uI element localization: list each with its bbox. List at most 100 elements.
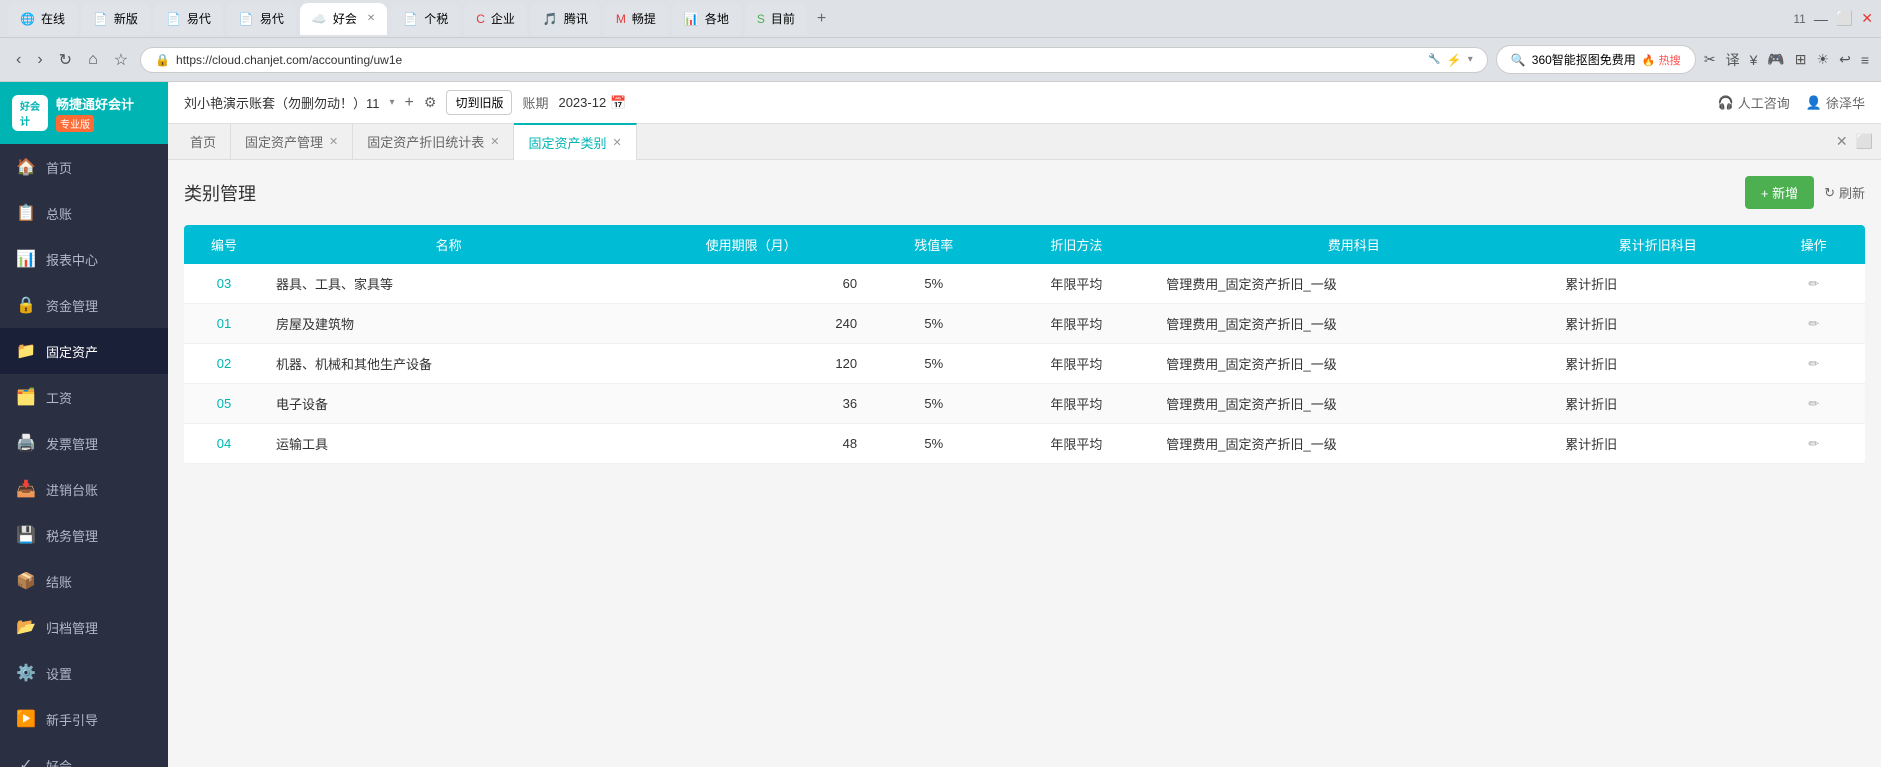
sidebar-item-more[interactable]: ✓ 好会... xyxy=(0,742,168,767)
sidebar-item-cash[interactable]: 🔒 资金管理 xyxy=(0,282,168,328)
browser-tab-enterprise[interactable]: C 企业 xyxy=(464,3,527,35)
table-row: 02机器、机械和其他生产设备1205%年限平均管理费用_固定资产折旧_一级累计折… xyxy=(184,344,1865,384)
browser-tab-easy2[interactable]: 📄 易代 xyxy=(227,3,296,35)
bookmark-button[interactable]: ☆ xyxy=(110,46,132,74)
sidebar-item-archive[interactable]: 📂 归档管理 xyxy=(0,604,168,650)
sidebar-item-settle[interactable]: 📦 结账 xyxy=(0,558,168,604)
maximize-button[interactable]: ⬜ xyxy=(1836,10,1853,27)
cut-icon[interactable]: ✂ xyxy=(1704,51,1716,68)
company-dropdown-icon[interactable]: ▾ xyxy=(390,97,395,108)
tab-expand-button[interactable]: ⬜ xyxy=(1856,133,1873,150)
cell-edit[interactable]: ✏ xyxy=(1762,344,1865,384)
sidebar-item-tax[interactable]: 💾 税务管理 xyxy=(0,512,168,558)
minimize-button[interactable]: — xyxy=(1814,11,1828,27)
cell-expense: 管理费用_固定资产折旧_一级 xyxy=(1154,424,1553,464)
tab-fixed-stats-close[interactable]: ✕ xyxy=(490,135,499,148)
browser-tab-close[interactable]: ✕ xyxy=(367,13,375,24)
col-name: 名称 xyxy=(264,225,633,264)
sidebar-item-report[interactable]: 📊 报表中心 xyxy=(0,236,168,282)
add-button[interactable]: + 新增 xyxy=(1745,176,1814,209)
browser-tab-new[interactable]: 📄 新版 xyxy=(81,3,150,35)
cell-edit[interactable]: ✏ xyxy=(1762,424,1865,464)
browser-tab-changte[interactable]: M 畅提 xyxy=(604,3,668,35)
browser-tab-tax[interactable]: 📄 个税 xyxy=(391,3,460,35)
tax-icon: 💾 xyxy=(16,525,36,545)
sidebar-item-settings[interactable]: ⚙️ 设置 xyxy=(0,650,168,696)
sidebar-item-purchase[interactable]: 📥 进销台账 xyxy=(0,466,168,512)
history-icon[interactable]: ↩ xyxy=(1839,51,1851,68)
browser-tab-easy1[interactable]: 📄 易代 xyxy=(154,3,223,35)
back-button[interactable]: ‹ xyxy=(12,47,25,73)
yuan-icon[interactable]: ¥ xyxy=(1750,52,1758,68)
category-table: 编号 名称 使用期限（月） 残值率 折旧方法 费用科目 累计折旧科目 操作 03… xyxy=(184,225,1865,464)
new-tab-button[interactable]: + xyxy=(811,8,832,30)
browser-tab-chanjet[interactable]: ☁️ 好会 ✕ xyxy=(300,3,387,35)
game-icon[interactable]: 🎮 xyxy=(1767,51,1784,68)
brand-name: 畅捷通好会计 xyxy=(56,94,134,113)
forward-button[interactable]: › xyxy=(33,47,46,73)
cell-expense: 管理费用_固定资产折旧_一级 xyxy=(1154,384,1553,424)
close-button[interactable]: ✕ xyxy=(1861,10,1873,27)
sun-icon[interactable]: ☀ xyxy=(1817,51,1830,68)
translate-icon[interactable]: 译 xyxy=(1726,50,1740,70)
user-section[interactable]: 👤 徐泽华 xyxy=(1806,93,1865,112)
report-icon: 📊 xyxy=(16,249,36,269)
browser-tab-tencent[interactable]: 🎵 腾讯 xyxy=(531,3,600,35)
top-bar-left: 刘小艳演示账套（勿删勿动！）11 ▾ + ⚙ 切到旧版 账期 2023-12 📅 xyxy=(184,90,626,115)
settings-button[interactable]: ⚙ xyxy=(424,94,437,111)
sidebar-item-label: 发票管理 xyxy=(46,434,98,453)
add-company-button[interactable]: + xyxy=(405,94,414,112)
tab-count: 11 xyxy=(1793,12,1805,26)
search-bar[interactable]: 🔍 360智能抠图免费用 🔥 热搜 xyxy=(1496,45,1696,74)
sidebar-item-label: 税务管理 xyxy=(46,526,98,545)
sidebar-item-label: 资金管理 xyxy=(46,296,98,315)
cell-edit[interactable]: ✏ xyxy=(1762,264,1865,304)
tab-fixed-cat-close[interactable]: ✕ xyxy=(613,136,622,149)
tab-fixed-mgmt-close[interactable]: ✕ xyxy=(329,135,338,148)
refresh-button[interactable]: ↻ 刷新 xyxy=(1824,183,1865,202)
sidebar-item-home[interactable]: 🏠 首页 xyxy=(0,144,168,190)
table-row: 05电子设备365%年限平均管理费用_固定资产折旧_一级累计折旧✏ xyxy=(184,384,1865,424)
sidebar-item-invoice[interactable]: 🖨️ 发票管理 xyxy=(0,420,168,466)
sidebar-item-label: 结账 xyxy=(46,572,72,591)
tab-fixed-stats[interactable]: 固定资产折旧统计表 ✕ xyxy=(353,124,514,159)
home-button[interactable]: ⌂ xyxy=(84,47,102,73)
period-value[interactable]: 2023-12 📅 xyxy=(558,95,626,111)
cell-edit[interactable]: ✏ xyxy=(1762,304,1865,344)
sidebar-item-guide[interactable]: ▶️ 新手引导 xyxy=(0,696,168,742)
grid-icon[interactable]: ⊞ xyxy=(1795,51,1807,68)
cell-period: 48 xyxy=(633,424,869,464)
tab-close-all-button[interactable]: ✕ xyxy=(1836,133,1848,150)
menu-icon[interactable]: ≡ xyxy=(1861,52,1869,68)
browser-tab-label: 企业 xyxy=(491,10,515,27)
address-bar: ‹ › ↻ ⌂ ☆ 🔒 https://cloud.chanjet.com/ac… xyxy=(0,38,1881,82)
switch-version-button[interactable]: 切到旧版 xyxy=(446,90,512,115)
sidebar-item-ledger[interactable]: 📋 总账 xyxy=(0,190,168,236)
cell-method: 年限平均 xyxy=(998,344,1154,384)
cell-edit[interactable]: ✏ xyxy=(1762,384,1865,424)
tab-home[interactable]: 首页 xyxy=(176,124,231,159)
tab-fixed-cat[interactable]: 固定资产类别 ✕ xyxy=(514,123,636,160)
refresh-button[interactable]: ↻ xyxy=(55,46,76,74)
tab-fixed-mgmt[interactable]: 固定资产管理 ✕ xyxy=(231,124,353,159)
help-section[interactable]: 🎧 人工咨询 xyxy=(1718,93,1790,112)
cell-period: 60 xyxy=(633,264,869,304)
settle-icon: 📦 xyxy=(16,571,36,591)
cash-icon: 🔒 xyxy=(16,295,36,315)
top-bar: 刘小艳演示账套（勿删勿动！）11 ▾ + ⚙ 切到旧版 账期 2023-12 📅… xyxy=(168,82,1881,124)
sidebar-item-payroll[interactable]: 🗂️ 工资 xyxy=(0,374,168,420)
browser-tab-online[interactable]: 🌐 在线 xyxy=(8,3,77,35)
browser-tab-muqian[interactable]: S 目前 xyxy=(745,3,807,35)
sidebar-item-label: 好会... xyxy=(46,756,83,767)
col-period: 使用期限（月） xyxy=(633,225,869,264)
app-wrapper: 好会计 畅捷通好会计 专业版 🏠 首页 📋 总账 📊 报表中心 🔒 资金 xyxy=(0,82,1881,767)
cell-name: 机器、机械和其他生产设备 xyxy=(264,344,633,384)
sidebar-item-fixed[interactable]: 📁 固定资产 xyxy=(0,328,168,374)
browser-tab-gedi[interactable]: 📊 各地 xyxy=(672,3,741,35)
browser-tab-label: 好会 xyxy=(333,10,357,27)
sidebar-item-label: 进销台账 xyxy=(46,480,98,499)
url-bar[interactable]: 🔒 https://cloud.chanjet.com/accounting/u… xyxy=(140,47,1488,73)
period-text: 2023-12 xyxy=(558,95,606,110)
cell-code: 02 xyxy=(184,344,264,384)
col-method: 折旧方法 xyxy=(998,225,1154,264)
